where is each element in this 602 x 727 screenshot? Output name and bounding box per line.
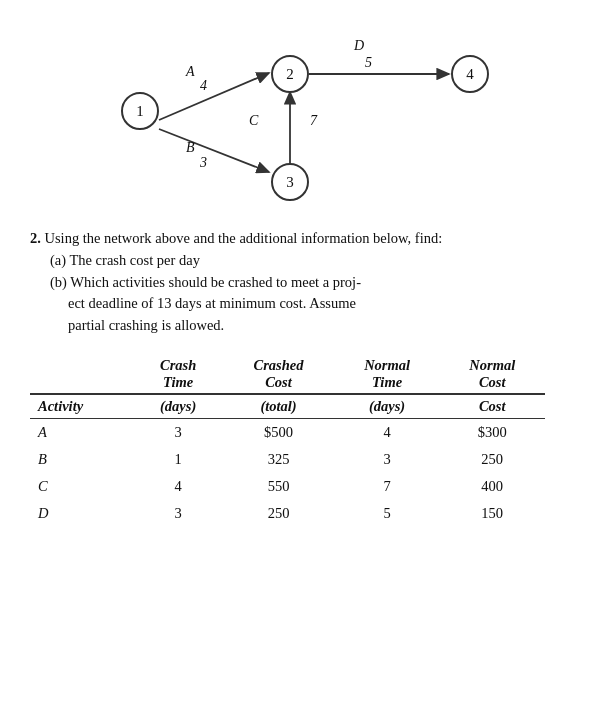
- problem-intro: Using the network above and the addition…: [45, 230, 443, 246]
- th-crashed-line2: Cost: [223, 374, 335, 394]
- data-table: Crash Crashed Normal NormalCost Time Cos…: [30, 355, 572, 527]
- weight-A: 4: [200, 78, 207, 94]
- table-header-activity-row: Activity (days) (total) (days) Cost: [30, 394, 572, 419]
- node-1: 1: [121, 92, 159, 130]
- row-c-activity: C: [30, 473, 134, 500]
- row-d-activity: D: [30, 500, 134, 527]
- row-b-normal-cost: 250: [440, 446, 545, 473]
- row-c-crash-time: 4: [134, 473, 223, 500]
- table-row: A 3 $500 4 $300: [30, 418, 572, 446]
- row-d-normal-cost: 150: [440, 500, 545, 527]
- th-crash-days: (days): [134, 394, 223, 419]
- weight-B: 3: [200, 155, 207, 171]
- problem-number: 2.: [30, 230, 41, 246]
- problem-part-a: (a) The crash cost per day: [50, 250, 572, 272]
- row-a-crashed-cost: $500: [223, 418, 335, 446]
- th-normal-time-line2: Time: [335, 374, 440, 394]
- table-row: C 4 550 7 400: [30, 473, 572, 500]
- weight-D: 5: [365, 55, 372, 71]
- table-header-row-1: Crash Crashed Normal NormalCost: [30, 355, 572, 374]
- network-diagram: 1 2 3 4 A B C D 4 3 7 5: [91, 20, 511, 210]
- table-container: Crash Crashed Normal NormalCost Time Cos…: [30, 355, 572, 527]
- node-4: 4: [451, 55, 489, 93]
- row-a-normal-cost: $300: [440, 418, 545, 446]
- th-normal-cost-line1: NormalCost: [440, 355, 545, 394]
- th-crashed-line1: Crashed: [223, 355, 335, 374]
- node-3: 3: [271, 163, 309, 201]
- row-b-crashed-cost: 325: [223, 446, 335, 473]
- problem-part-b-start: (b) Which activities should be crashed t…: [50, 272, 572, 294]
- th-crashed-total: (total): [223, 394, 335, 419]
- row-a-crash-time: 3: [134, 418, 223, 446]
- edge-label-D: D: [354, 38, 364, 54]
- table-body: A 3 $500 4 $300 B 1 325 3 250 C 4 550 7 …: [30, 418, 572, 527]
- problem-section: 2. Using the network above and the addit…: [30, 228, 572, 337]
- th-activity: Activity: [30, 394, 134, 419]
- node-2: 2: [271, 55, 309, 93]
- row-b-activity: B: [30, 446, 134, 473]
- svg-line-2: [159, 129, 269, 172]
- table-row: D 3 250 5 150: [30, 500, 572, 527]
- row-a-normal-time: 4: [335, 418, 440, 446]
- th-normal-time-line1: Normal: [335, 355, 440, 374]
- row-b-normal-time: 3: [335, 446, 440, 473]
- th-normal-days: (days): [335, 394, 440, 419]
- th-activity-empty: [30, 355, 134, 374]
- row-c-crashed-cost: 550: [223, 473, 335, 500]
- problem-part-b-cont1: ect deadline of 13 days at minimum cost.…: [68, 293, 572, 315]
- edge-label-B: B: [186, 140, 195, 156]
- problem-part-b-cont2: partial crashing is allowed.: [68, 315, 572, 337]
- row-d-normal-time: 5: [335, 500, 440, 527]
- row-d-crash-time: 3: [134, 500, 223, 527]
- row-b-crash-time: 1: [134, 446, 223, 473]
- weight-C: 7: [310, 113, 317, 129]
- edge-label-C: C: [249, 113, 258, 129]
- th-activity-empty2: [30, 374, 134, 394]
- th-crash-line2: Time: [134, 374, 223, 394]
- th-normal-cost-label: Cost: [440, 394, 545, 419]
- th-normal-cost-empty: [545, 374, 572, 394]
- table-row: B 1 325 3 250: [30, 446, 572, 473]
- row-c-normal-cost: 400: [440, 473, 545, 500]
- row-c-normal-time: 7: [335, 473, 440, 500]
- edge-label-A: A: [186, 64, 195, 80]
- row-d-crashed-cost: 250: [223, 500, 335, 527]
- th-crash-line1: Crash: [134, 355, 223, 374]
- row-a-activity: A: [30, 418, 134, 446]
